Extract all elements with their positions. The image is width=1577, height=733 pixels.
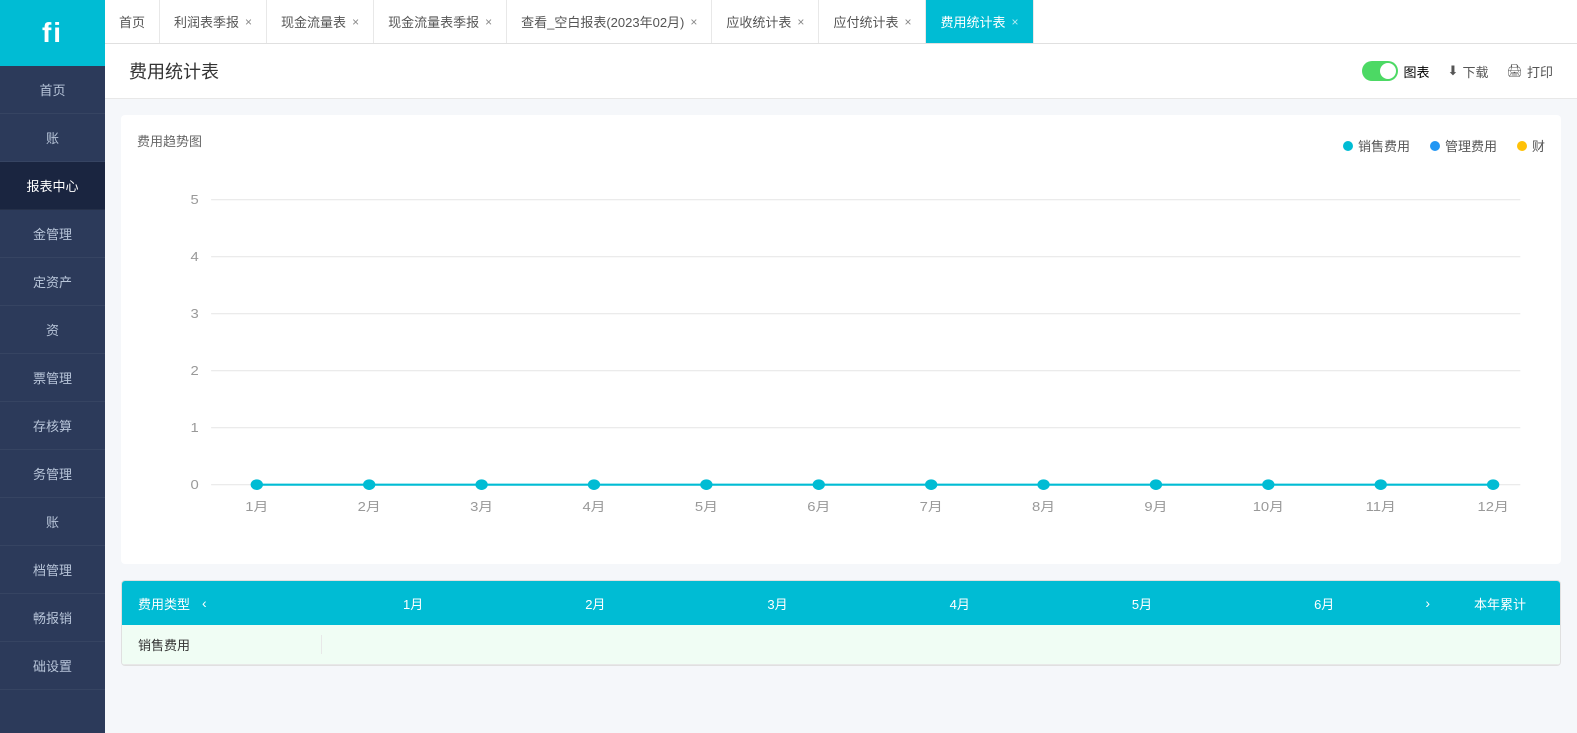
chart-toggle-wrap: 图表	[1362, 61, 1430, 81]
sidebar-item-archive[interactable]: 档管理	[0, 546, 105, 594]
sidebar-item-ledger[interactable]: 账	[0, 498, 105, 546]
th-month-3: 3月	[686, 594, 868, 613]
table-header: 费用类型 ‹ 1月 2月 3月 4月 5月 6月 › 本年累计	[122, 581, 1560, 625]
legend-label-finance: 财	[1532, 136, 1545, 155]
sidebar-item-reimbursement[interactable]: 畅报销	[0, 594, 105, 642]
tab-receivable[interactable]: 应收统计表 ×	[712, 0, 819, 44]
line-chart-svg: 5 4 3 2 1 0 1月	[137, 168, 1545, 548]
svg-text:9月: 9月	[1144, 500, 1167, 514]
tab-expense[interactable]: 费用统计表 ×	[926, 0, 1033, 44]
legend-label-sales: 销售费用	[1358, 136, 1410, 155]
table-header-row: 费用类型 ‹ 1月 2月 3月 4月 5月 6月 › 本年累计	[122, 581, 1560, 625]
page-title: 费用统计表	[129, 58, 219, 84]
print-button[interactable]: 🖨 打印	[1506, 62, 1553, 81]
svg-text:6月: 6月	[807, 500, 830, 514]
svg-text:5: 5	[191, 193, 200, 207]
sidebar-item-capital[interactable]: 资	[0, 306, 105, 354]
sidebar-item-home[interactable]: 首页	[0, 66, 105, 114]
svg-text:3: 3	[191, 307, 200, 321]
table-row: 销售费用	[122, 625, 1560, 665]
svg-text:4: 4	[191, 250, 200, 264]
sidebar: fi 首页 账 报表中心 金管理 定资产 资 票管理 存核算 务管理 账 档管理…	[0, 0, 105, 733]
chart-legend: 销售费用 管理费用 财	[1343, 136, 1545, 155]
tab-close-cashflow[interactable]: ×	[352, 15, 359, 29]
chart-container: 5 4 3 2 1 0 1月	[137, 168, 1545, 548]
tab-bar: 首页 利润表季报 × 现金流量表 × 现金流量表季报 × 查看_空白报表(202…	[105, 0, 1577, 44]
next-arrow[interactable]: ›	[1415, 595, 1440, 611]
svg-text:7月: 7月	[920, 500, 943, 514]
legend-admin: 管理费用	[1430, 136, 1497, 155]
th-type: 费用类型 ‹	[122, 594, 322, 613]
legend-dot-admin	[1430, 141, 1440, 151]
svg-text:4月: 4月	[582, 500, 605, 514]
sidebar-item-finance[interactable]: 金管理	[0, 210, 105, 258]
legend-dot-sales	[1343, 141, 1353, 151]
header-actions: 图表 ⬇ 下载 🖨 打印	[1362, 61, 1553, 81]
sidebar-logo: fi	[0, 0, 105, 66]
tab-close-blank-report[interactable]: ×	[690, 15, 697, 29]
svg-text:3月: 3月	[470, 500, 493, 514]
expense-table: 费用类型 ‹ 1月 2月 3月 4月 5月 6月 › 本年累计 销售费用	[121, 580, 1561, 666]
th-total: 本年累计	[1440, 594, 1560, 613]
tab-cashflow[interactable]: 现金流量表 ×	[267, 0, 374, 44]
sidebar-item-account[interactable]: 账	[0, 114, 105, 162]
svg-text:1月: 1月	[245, 500, 268, 514]
svg-text:5月: 5月	[695, 500, 718, 514]
legend-dot-finance	[1517, 141, 1527, 151]
table-body: 销售费用	[122, 625, 1560, 665]
th-month-4: 4月	[869, 594, 1051, 613]
legend-finance: 财	[1517, 136, 1545, 155]
print-icon: 🖨	[1506, 63, 1523, 79]
svg-text:2月: 2月	[358, 500, 381, 514]
tab-close-expense[interactable]: ×	[1011, 15, 1018, 29]
tab-close-payable[interactable]: ×	[904, 15, 911, 29]
chart-title: 费用趋势图	[137, 131, 202, 150]
tab-close-receivable[interactable]: ×	[797, 15, 804, 29]
download-icon: ⬇	[1448, 63, 1459, 79]
sidebar-item-inventory[interactable]: 存核算	[0, 402, 105, 450]
tab-blank-report[interactable]: 查看_空白报表(2023年02月) ×	[507, 0, 712, 44]
th-month-5: 5月	[1051, 594, 1233, 613]
chart-section: 费用趋势图 销售费用 管理费用 财	[121, 115, 1561, 564]
legend-label-admin: 管理费用	[1445, 136, 1497, 155]
sidebar-item-invoice[interactable]: 票管理	[0, 354, 105, 402]
tab-close-cashflow-quarterly[interactable]: ×	[485, 15, 492, 29]
td-type: 销售费用	[122, 635, 322, 654]
sidebar-item-assets[interactable]: 定资产	[0, 258, 105, 306]
sidebar-item-service[interactable]: 务管理	[0, 450, 105, 498]
svg-text:2: 2	[191, 364, 199, 378]
tab-profit-quarterly[interactable]: 利润表季报 ×	[160, 0, 267, 44]
svg-text:11月: 11月	[1366, 500, 1396, 514]
th-month-2: 2月	[504, 594, 686, 613]
sidebar-item-reports[interactable]: 报表中心	[0, 162, 105, 210]
tab-payable[interactable]: 应付统计表 ×	[819, 0, 926, 44]
svg-text:12月: 12月	[1477, 500, 1508, 514]
download-button[interactable]: ⬇ 下载	[1448, 62, 1489, 81]
tab-cashflow-quarterly[interactable]: 现金流量表季报 ×	[374, 0, 507, 44]
tab-home[interactable]: 首页	[105, 0, 160, 44]
prev-arrow[interactable]: ‹	[198, 595, 211, 611]
svg-text:8月: 8月	[1032, 500, 1055, 514]
tab-close-profit-quarterly[interactable]: ×	[245, 15, 252, 29]
legend-sales: 销售费用	[1343, 136, 1410, 155]
sidebar-item-settings[interactable]: 础设置	[0, 642, 105, 690]
page-header: 费用统计表 图表 ⬇ 下载 🖨 打印	[105, 44, 1577, 99]
content-area: 费用统计表 图表 ⬇ 下载 🖨 打印 费用趋势图	[105, 44, 1577, 733]
main-area: 首页 利润表季报 × 现金流量表 × 现金流量表季报 × 查看_空白报表(202…	[105, 0, 1577, 733]
th-month-1: 1月	[322, 594, 504, 613]
th-month-6: 6月	[1233, 594, 1415, 613]
svg-text:1: 1	[191, 421, 199, 435]
svg-text:10月: 10月	[1253, 500, 1284, 514]
chart-toggle-label: 图表	[1404, 62, 1430, 81]
chart-toggle[interactable]	[1362, 61, 1398, 81]
svg-text:0: 0	[191, 478, 200, 492]
